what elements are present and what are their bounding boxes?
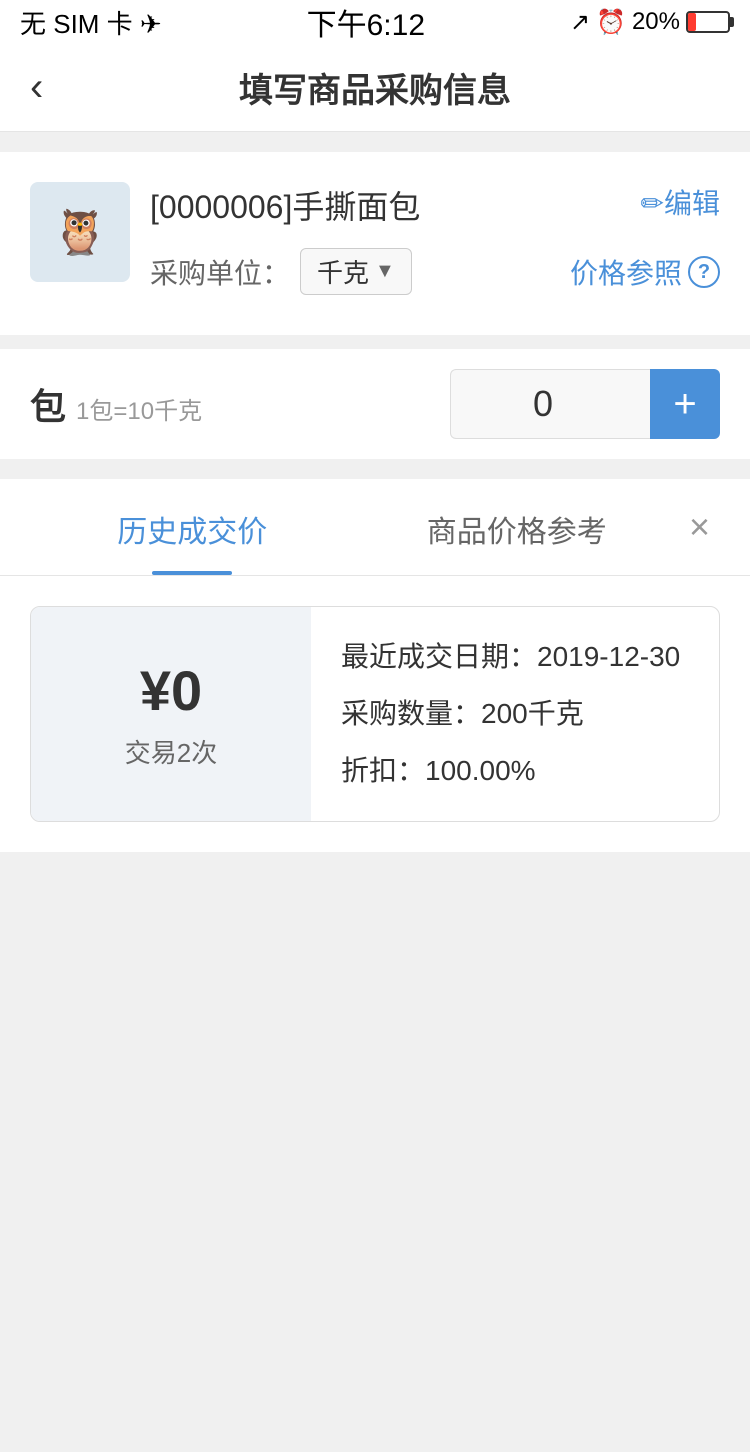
transaction-left: ¥0 交易2次: [31, 607, 311, 821]
tab-price-reference[interactable]: 商品价格参考: [354, 479, 678, 575]
transaction-date: 最近成交日期：2019-12-30: [341, 637, 689, 676]
page-title: 填写商品采购信息: [239, 63, 511, 112]
product-card: 🦉 [0000006]手撕面包 采购单位： 千克 ▼ ✏编辑 价格参照 ?: [0, 152, 750, 335]
status-left: 无 SIM 卡 ✈: [20, 4, 162, 41]
quantity-conversion: 1包=10千克: [76, 391, 202, 426]
back-button[interactable]: ‹: [20, 55, 53, 120]
status-time: 下午6:12: [307, 0, 425, 44]
status-bar: 无 SIM 卡 ✈ 下午6:12 ↗ ⏰ 20%: [0, 0, 750, 44]
page-background: [0, 852, 750, 1452]
tab-history[interactable]: 历史成交价: [30, 479, 354, 575]
transaction-price: ¥0: [140, 658, 202, 723]
quantity-label-text: 采购数量：: [341, 698, 481, 729]
tabs-row: 历史成交价 商品价格参考 ×: [0, 479, 750, 576]
bottom-panel: 历史成交价 商品价格参考 × ¥0 交易2次 最近成交日期：2019-12-30…: [0, 479, 750, 852]
product-unit-row: 采购单位： 千克 ▼: [150, 248, 420, 295]
quantity-value: 200千克: [481, 698, 584, 729]
product-left: 🦉 [0000006]手撕面包 采购单位： 千克 ▼: [30, 182, 420, 295]
quantity-unit: 包: [30, 378, 66, 430]
battery-percent: 20%: [632, 8, 680, 36]
edit-button[interactable]: ✏编辑: [641, 182, 720, 222]
transaction-card: ¥0 交易2次 最近成交日期：2019-12-30 采购数量：200千克 折扣：…: [30, 606, 720, 822]
product-right: ✏编辑 价格参照 ?: [570, 182, 720, 292]
product-name: [0000006]手撕面包: [150, 182, 420, 228]
unit-dropdown[interactable]: 千克 ▼: [300, 248, 412, 295]
unit-label: 采购单位：: [150, 252, 290, 292]
quantity-row: 包 1包=10千克 +: [0, 349, 750, 459]
discount-label: 折扣：: [341, 755, 425, 786]
quantity-plus-button[interactable]: +: [650, 369, 720, 439]
unit-value: 千克: [317, 253, 369, 290]
discount-value: 100.00%: [425, 755, 536, 786]
status-right: ↗ ⏰ 20%: [570, 8, 730, 37]
product-thumbnail: 🦉: [30, 182, 130, 282]
dropdown-arrow-icon: ▼: [375, 260, 395, 283]
quantity-input[interactable]: [450, 369, 650, 439]
info-icon: ?: [688, 256, 720, 288]
transaction-times: 交易2次: [125, 733, 217, 770]
price-ref-row: 价格参照 ?: [570, 252, 720, 292]
alarm-icon: ⏰: [596, 8, 626, 37]
date-label: 最近成交日期：: [341, 641, 537, 672]
section-divider: [0, 335, 750, 349]
quantity-input-wrapper: +: [450, 369, 720, 439]
quantity-label: 包 1包=10千克: [30, 378, 202, 430]
transaction-right: 最近成交日期：2019-12-30 采购数量：200千克 折扣：100.00%: [311, 607, 719, 821]
battery-icon: [686, 11, 730, 33]
panel-close-button[interactable]: ×: [679, 496, 720, 558]
sim-status: 无 SIM 卡 ✈: [20, 4, 162, 41]
date-value: 2019-12-30: [537, 641, 680, 672]
price-ref-label: 价格参照: [570, 252, 682, 292]
nav-bar: ‹ 填写商品采购信息: [0, 44, 750, 132]
product-logo-icon: 🦉: [53, 206, 108, 258]
transaction-quantity: 采购数量：200千克: [341, 694, 689, 733]
product-info: [0000006]手撕面包 采购单位： 千克 ▼: [150, 182, 420, 295]
transaction-section: ¥0 交易2次 最近成交日期：2019-12-30 采购数量：200千克 折扣：…: [0, 576, 750, 852]
transaction-discount: 折扣：100.00%: [341, 751, 689, 790]
product-header: 🦉 [0000006]手撕面包 采购单位： 千克 ▼ ✏编辑 价格参照 ?: [30, 182, 720, 295]
location-icon: ↗: [570, 8, 590, 37]
price-ref-button[interactable]: 价格参照 ?: [570, 252, 720, 292]
